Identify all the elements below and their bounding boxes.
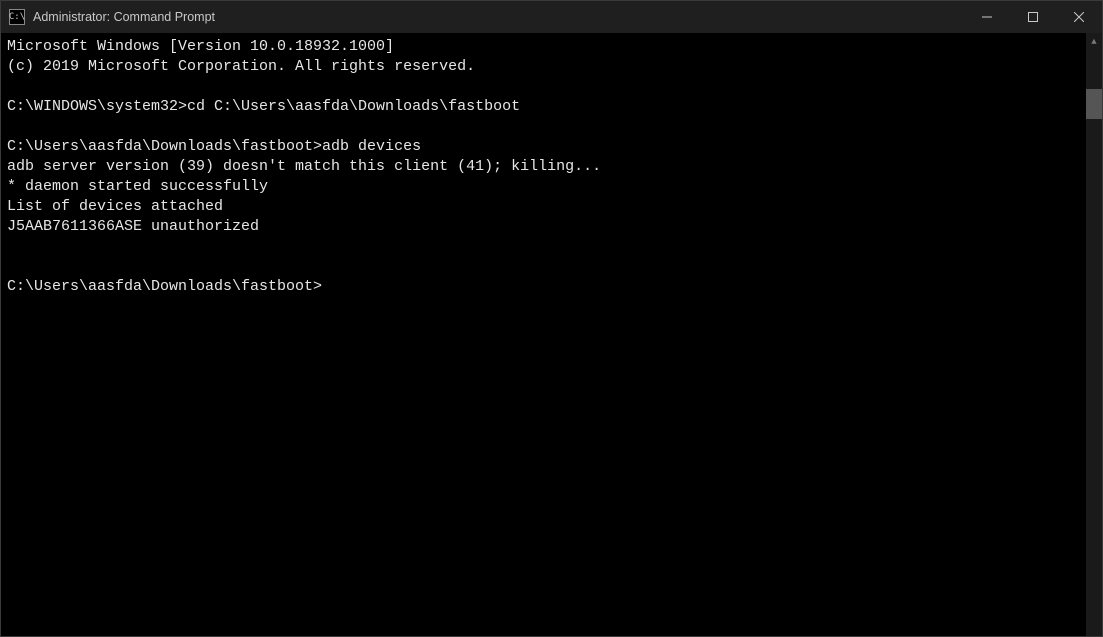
window-controls (964, 1, 1102, 33)
content-area: Microsoft Windows [Version 10.0.18932.10… (1, 33, 1102, 636)
cmd-icon: C:\ (9, 9, 25, 25)
close-button[interactable] (1056, 1, 1102, 33)
scroll-thumb[interactable] (1086, 89, 1102, 119)
line: (c) 2019 Microsoft Corporation. All righ… (7, 58, 475, 75)
line: List of devices attached (7, 198, 223, 215)
window-title: Administrator: Command Prompt (33, 10, 964, 24)
line: C:\WINDOWS\system32>cd C:\Users\aasfda\D… (7, 98, 520, 115)
maximize-button[interactable] (1010, 1, 1056, 33)
line: J5AAB7611366ASE unauthorized (7, 218, 259, 235)
vertical-scrollbar[interactable]: ▲ (1086, 33, 1102, 636)
line: C:\Users\aasfda\Downloads\fastboot>adb d… (7, 138, 421, 155)
scroll-up-icon[interactable]: ▲ (1086, 33, 1102, 51)
line: * daemon started successfully (7, 178, 268, 195)
command-prompt-window: C:\ Administrator: Command Prompt Micros… (0, 0, 1103, 637)
prompt: C:\Users\aasfda\Downloads\fastboot> (7, 278, 322, 295)
titlebar[interactable]: C:\ Administrator: Command Prompt (1, 1, 1102, 33)
minimize-button[interactable] (964, 1, 1010, 33)
line: Microsoft Windows [Version 10.0.18932.10… (7, 38, 394, 55)
terminal-output[interactable]: Microsoft Windows [Version 10.0.18932.10… (1, 33, 1086, 636)
line: adb server version (39) doesn't match th… (7, 158, 601, 175)
